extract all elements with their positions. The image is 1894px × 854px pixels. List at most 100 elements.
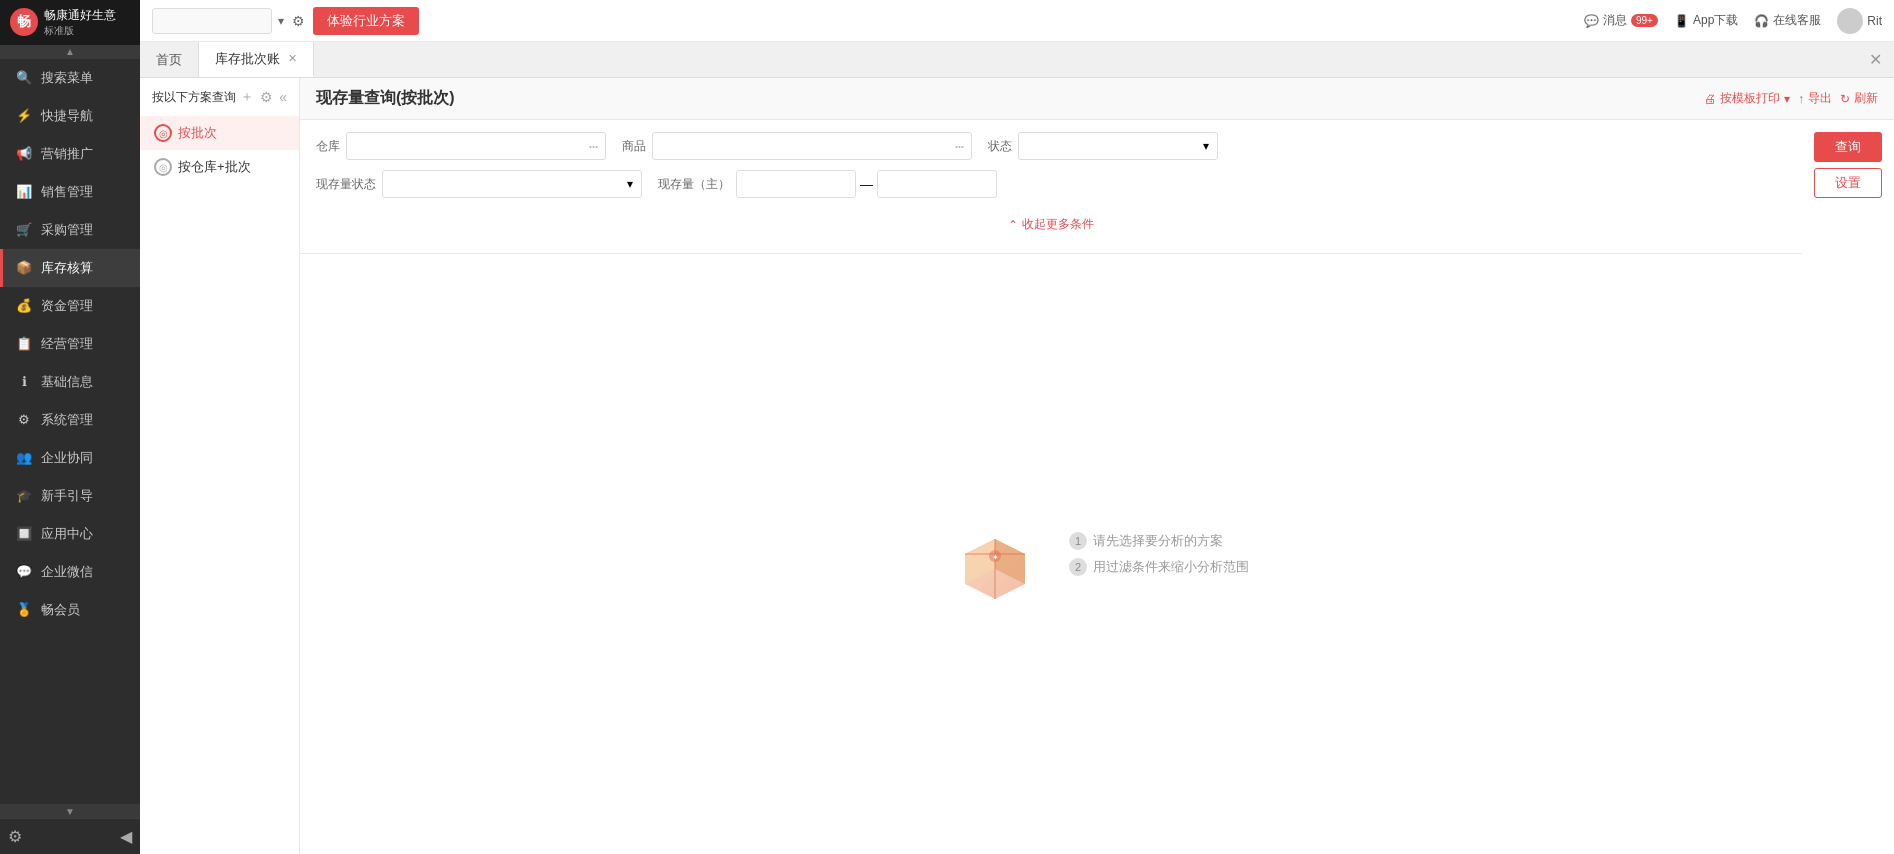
sidebar-item-basics[interactable]: ℹ 基础信息 (0, 363, 140, 401)
info-icon: ℹ (15, 373, 33, 391)
stock-status-select[interactable]: ▾ (382, 170, 642, 198)
sidebar-item-inventory[interactable]: 📦 库存核算 (0, 249, 140, 287)
print-icon: 🖨 (1704, 92, 1716, 106)
experience-btn[interactable]: 体验行业方案 (313, 7, 419, 35)
empty-state: ✦ 1 请先选择要分析的方案 2 用过滤条件来缩小分析范围 (300, 254, 1894, 854)
sidebar-item-purchase[interactable]: 🛒 采购管理 (0, 211, 140, 249)
query-settings-area: 查询 设置 (1802, 120, 1894, 254)
filter-query-area: 仓库 ··· 商品 ··· (300, 120, 1894, 254)
megaphone-icon: 📢 (15, 145, 33, 163)
scheme-icon-gray: ◎ (154, 158, 172, 176)
stock-status-chevron-icon: ▾ (627, 177, 633, 191)
sidebar-scroll-down[interactable]: ▼ (0, 804, 140, 818)
sidebar-item-enterprise-wechat[interactable]: 💬 企业微信 (0, 553, 140, 591)
sidebar-item-system[interactable]: ⚙ 系统管理 (0, 401, 140, 439)
money-icon: 💰 (15, 297, 33, 315)
sidebar-scroll-up[interactable]: ▲ (0, 45, 140, 59)
box-icon: 📦 (15, 259, 33, 277)
tab-inventory-batch[interactable]: 库存批次账 ✕ (199, 42, 314, 77)
stock-qty-min-input[interactable] (736, 170, 856, 198)
guide-icon: 🎓 (15, 487, 33, 505)
scheme-item-by-batch[interactable]: ◎ 按批次 (140, 116, 299, 150)
topbar-search-area: ▾ (152, 8, 284, 34)
panel-header: 按以下方案查询 ＋ ⚙ « (140, 78, 299, 116)
warehouse-dots: ··· (588, 136, 597, 157)
panel-settings-button[interactable]: ⚙ (260, 89, 273, 105)
sidebar-item-marketing[interactable]: 📢 营销推广 (0, 135, 140, 173)
sidebar-item-search-menu[interactable]: 🔍 搜索菜单 (0, 59, 140, 97)
panel-close-button[interactable]: ✕ (1857, 50, 1894, 69)
panel-add-button[interactable]: ＋ (240, 88, 254, 106)
sidebar-header: 畅 畅康通好生意 标准版 (0, 0, 140, 45)
sidebar-item-sales[interactable]: 📊 销售管理 (0, 173, 140, 211)
left-panel: 按以下方案查询 ＋ ⚙ « ◎ 按批次 ◎ 按仓库+批次 (140, 78, 300, 854)
user-item[interactable]: Rit (1837, 8, 1882, 34)
messages-item[interactable]: 💬 消息 99+ (1584, 12, 1658, 29)
chart-icon: 📊 (15, 183, 33, 201)
page-header: 现存量查询(按批次) 🖨 按模板打印 ▾ ↑ 导出 ↻ 刷新 (300, 78, 1894, 120)
messages-icon: 💬 (1584, 14, 1599, 28)
users-icon: 👥 (15, 449, 33, 467)
customer-service-item[interactable]: 🎧 在线客服 (1754, 12, 1821, 29)
filter-goods: 商品 ··· (622, 132, 972, 160)
query-button[interactable]: 查询 (1814, 132, 1882, 162)
sidebar-item-finance[interactable]: 💰 资金管理 (0, 287, 140, 325)
topbar-dropdown-button[interactable]: ▾ (278, 14, 284, 28)
scheme-item-by-warehouse-batch[interactable]: ◎ 按仓库+批次 (140, 150, 299, 184)
panel-header-actions: ＋ ⚙ « (240, 88, 287, 106)
topbar-search-input[interactable] (152, 8, 272, 34)
panel-collapse-button[interactable]: « (279, 89, 287, 105)
avatar (1837, 8, 1863, 34)
empty-tips: 1 请先选择要分析的方案 2 用过滤条件来缩小分析范围 (1069, 532, 1249, 576)
goods-dots: ··· (954, 136, 963, 157)
gear-icon: ⚙ (15, 411, 33, 429)
sidebar-collapse-button[interactable]: ◀ (120, 827, 132, 846)
filter-row-2: 现存量状态 ▾ 现存量（主） — (316, 170, 1786, 198)
tab-home[interactable]: 首页 (140, 42, 199, 77)
print-button[interactable]: 🖨 按模板打印 ▾ (1704, 90, 1790, 107)
app-download-item[interactable]: 📱 App下载 (1674, 12, 1738, 29)
goods-input[interactable]: ··· (652, 132, 972, 160)
sidebar-item-member[interactable]: 🏅 畅会员 (0, 591, 140, 629)
filter-warehouse: 仓库 ··· (316, 132, 606, 160)
sidebar-item-app-center[interactable]: 🔲 应用中心 (0, 515, 140, 553)
stock-qty-max-input[interactable] (877, 170, 997, 198)
topbar-left: ▾ ⚙ 体验行业方案 (152, 7, 419, 35)
sidebar-item-enterprise[interactable]: 👥 企业协同 (0, 439, 140, 477)
collapse-icon: ⌃ (1008, 218, 1018, 232)
app-download-icon: 📱 (1674, 14, 1689, 28)
export-button[interactable]: ↑ 导出 (1798, 90, 1832, 107)
sidebar-item-new-guide[interactable]: 🎓 新手引导 (0, 477, 140, 515)
wechat-icon: 💬 (15, 563, 33, 581)
topbar-gear-button[interactable]: ⚙ (292, 13, 305, 29)
filter-status: 状态 ▾ (988, 132, 1218, 160)
messages-badge: 99+ (1631, 14, 1658, 27)
tabs-bar: 首页 库存批次账 ✕ ✕ (140, 42, 1894, 78)
topbar: ▾ ⚙ 体验行业方案 💬 消息 99+ 📱 App下载 🎧 在线客服 (140, 0, 1894, 42)
chevron-down-icon: ▾ (1203, 139, 1209, 153)
collapse-button[interactable]: ⌃ 收起更多条件 (996, 212, 1106, 237)
sidebar-brand: 畅康通好生意 标准版 (44, 8, 116, 37)
topbar-right: 💬 消息 99+ 📱 App下载 🎧 在线客服 Rit (1584, 8, 1882, 34)
sidebar-item-quick-nav[interactable]: ⚡ 快捷导航 (0, 97, 140, 135)
scheme-icon-red: ◎ (154, 124, 172, 142)
cart-icon: 🛒 (15, 221, 33, 239)
status-select[interactable]: ▾ (1018, 132, 1218, 160)
member-icon: 🏅 (15, 601, 33, 619)
settings-button[interactable]: 设置 (1814, 168, 1882, 198)
page-title: 现存量查询(按批次) (316, 88, 455, 109)
tip-num-1: 1 (1069, 532, 1087, 550)
headset-icon: 🎧 (1754, 14, 1769, 28)
empty-tip-2: 2 用过滤条件来缩小分析范围 (1069, 558, 1249, 576)
print-dropdown-icon: ▾ (1784, 92, 1790, 106)
sidebar-settings-button[interactable]: ⚙ (8, 827, 22, 846)
sidebar-item-operations[interactable]: 📋 经营管理 (0, 325, 140, 363)
tip-num-2: 2 (1069, 558, 1087, 576)
filter-area: 仓库 ··· 商品 ··· (300, 120, 1802, 254)
tab-close-button[interactable]: ✕ (288, 52, 297, 65)
refresh-button[interactable]: ↻ 刷新 (1840, 90, 1878, 107)
page-header-actions: 🖨 按模板打印 ▾ ↑ 导出 ↻ 刷新 (1704, 90, 1878, 107)
export-icon: ↑ (1798, 92, 1804, 106)
warehouse-input[interactable]: ··· (346, 132, 606, 160)
empty-state-icon: ✦ (945, 504, 1045, 604)
